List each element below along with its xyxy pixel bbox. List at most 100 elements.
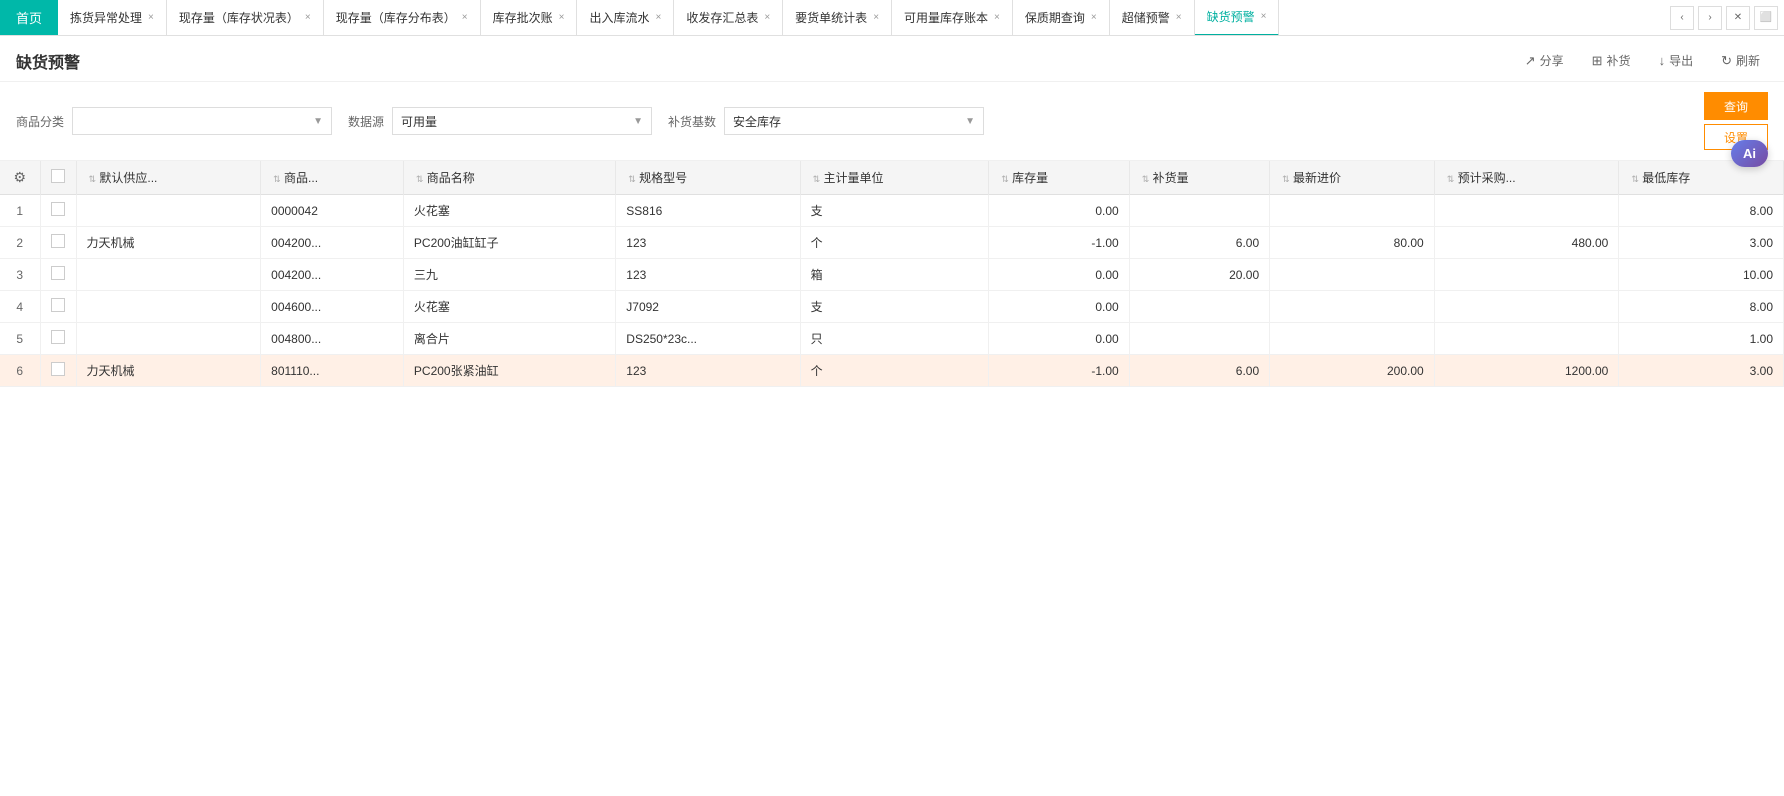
tab-batch-account-close[interactable]: × [559,12,565,23]
export-button[interactable]: ↓ 导出 [1651,48,1702,73]
tab-home-label: 首页 [16,8,42,27]
tab-maximize-btn[interactable]: ⬜ [1754,6,1778,30]
tab-demand-stat-label: 要货单统计表 [795,9,867,26]
tab-shortage-close[interactable]: × [1261,11,1267,22]
category-arrow-icon: ▼ [313,116,323,127]
row-spec: J7092 [616,291,800,323]
tab-overstock-close[interactable]: × [1176,12,1182,23]
col-unit-header: ⇅ 主计量单位 [800,161,989,195]
row-restock: 6.00 [1129,355,1269,387]
row-index: 4 [0,291,40,323]
tab-overstock-label: 超储预警 [1122,9,1170,26]
row-spec: 123 [616,355,800,387]
row-restock: 6.00 [1129,227,1269,259]
tab-avail-ledger-label: 可用量库存账本 [904,9,988,26]
table-row[interactable]: 5 004800... 离合片 DS250*23c... 只 0.00 1.00 [0,323,1784,355]
ai-badge[interactable]: Ai [1731,140,1768,167]
table-row[interactable]: 3 004200... 三九 123 箱 0.00 20.00 10.00 [0,259,1784,291]
tab-expiry-label: 保质期查询 [1025,9,1085,26]
row-restock [1129,195,1269,227]
row-stock: 0.00 [989,323,1129,355]
tab-demand-stat-close[interactable]: × [873,12,879,23]
restock-base-label: 补货基数 [668,113,716,130]
query-button[interactable]: 查询 [1704,92,1768,120]
row-checkbox[interactable] [51,202,65,216]
row-spec: 123 [616,227,800,259]
category-select[interactable]: ▼ [72,107,332,135]
row-stock: -1.00 [989,227,1129,259]
col-est-purchase-sort-icon: ⇅ [1447,174,1455,184]
tab-home[interactable]: 首页 [0,0,58,36]
row-checkbox-cell [40,323,76,355]
row-supplier [76,259,261,291]
row-checkbox[interactable] [51,234,65,248]
tab-shortage[interactable]: 缺货预警 × [1195,0,1280,36]
tab-bar: 首页 拣货异常处理 × 现存量（库存状况表） × 现存量（库存分布表） × 库存… [0,0,1784,36]
table-row[interactable]: 1 0000042 火花塞 SS816 支 0.00 8.00 [0,195,1784,227]
restock-base-select[interactable]: 安全库存 ▼ [724,107,984,135]
row-index: 2 [0,227,40,259]
row-unit: 个 [800,355,989,387]
tab-stock-status[interactable]: 现存量（库存状况表） × [167,0,324,36]
tab-expiry-close[interactable]: × [1091,12,1097,23]
row-checkbox[interactable] [51,298,65,312]
tab-stock-dist[interactable]: 现存量（库存分布表） × [324,0,481,36]
row-restock: 20.00 [1129,259,1269,291]
refresh-icon: ↻ [1721,53,1732,69]
restock-button[interactable]: ⊞ 补货 [1584,48,1639,73]
row-supplier [76,291,261,323]
tab-batch-account[interactable]: 库存批次账 × [481,0,578,36]
row-goods-code: 004800... [261,323,404,355]
refresh-button[interactable]: ↻ 刷新 [1713,48,1768,73]
header-checkbox[interactable] [51,169,65,183]
tab-stock-dist-close[interactable]: × [462,12,468,23]
tab-flow[interactable]: 出入库流水 × [577,0,674,36]
tab-expiry[interactable]: 保质期查询 × [1013,0,1110,36]
tab-stock-status-close[interactable]: × [305,12,311,23]
row-checkbox[interactable] [51,266,65,280]
col-settings: ⚙ [0,161,40,195]
col-min-stock-sort-icon: ⇅ [1631,174,1639,184]
row-goods-code: 004200... [261,259,404,291]
row-checkbox[interactable] [51,330,65,344]
row-index: 3 [0,259,40,291]
table-row[interactable]: 2 力天机械 004200... PC200油缸缸子 123 个 -1.00 6… [0,227,1784,259]
category-label: 商品分类 [16,113,64,130]
tab-exception-close[interactable]: × [148,12,154,23]
row-restock [1129,291,1269,323]
row-checkbox-cell [40,291,76,323]
restock-base-filter-group: 补货基数 安全库存 ▼ [668,107,984,135]
row-unit: 支 [800,291,989,323]
share-button[interactable]: ↗ 分享 [1517,48,1572,73]
row-latest-price [1270,291,1435,323]
col-unit-sort-icon: ⇅ [813,174,821,184]
row-spec: SS816 [616,195,800,227]
tab-prev-btn[interactable]: ‹ [1670,6,1694,30]
row-index: 6 [0,355,40,387]
tab-overstock[interactable]: 超储预警 × [1110,0,1195,36]
tab-collect[interactable]: 收发存汇总表 × [674,0,783,36]
row-est-purchase [1434,291,1619,323]
row-est-purchase [1434,259,1619,291]
col-spec-header: ⇅ 规格型号 [616,161,800,195]
tab-next-btn[interactable]: › [1698,6,1722,30]
filter-bar: 商品分类 ▼ 数据源 可用量 ▼ 补货基数 安全库存 ▼ 查询 设置 [0,82,1784,161]
table-row[interactable]: 4 004600... 火花塞 J7092 支 0.00 8.00 [0,291,1784,323]
row-est-purchase [1434,195,1619,227]
col-restock-sort-icon: ⇅ [1142,174,1150,184]
table-row[interactable]: 6 力天机械 801110... PC200张紧油缸 123 个 -1.00 6… [0,355,1784,387]
row-goods-name: 火花塞 [403,195,615,227]
tab-close-all-btn[interactable]: ✕ [1726,6,1750,30]
tab-collect-close[interactable]: × [764,12,770,23]
tab-flow-close[interactable]: × [655,12,661,23]
row-checkbox[interactable] [51,362,65,376]
datasource-select[interactable]: 可用量 ▼ [392,107,652,135]
table-gear-icon[interactable]: ⚙ [13,169,26,185]
table-container: ⚙ ⇅ 默认供应... ⇅ 商品... ⇅ 商品名称 [0,161,1784,387]
row-stock: -1.00 [989,355,1129,387]
tab-avail-ledger[interactable]: 可用量库存账本 × [892,0,1013,36]
tab-exception[interactable]: 拣货异常处理 × [58,0,167,36]
col-goods-name-sort-icon: ⇅ [416,174,424,184]
tab-avail-ledger-close[interactable]: × [994,12,1000,23]
tab-demand-stat[interactable]: 要货单统计表 × [783,0,892,36]
